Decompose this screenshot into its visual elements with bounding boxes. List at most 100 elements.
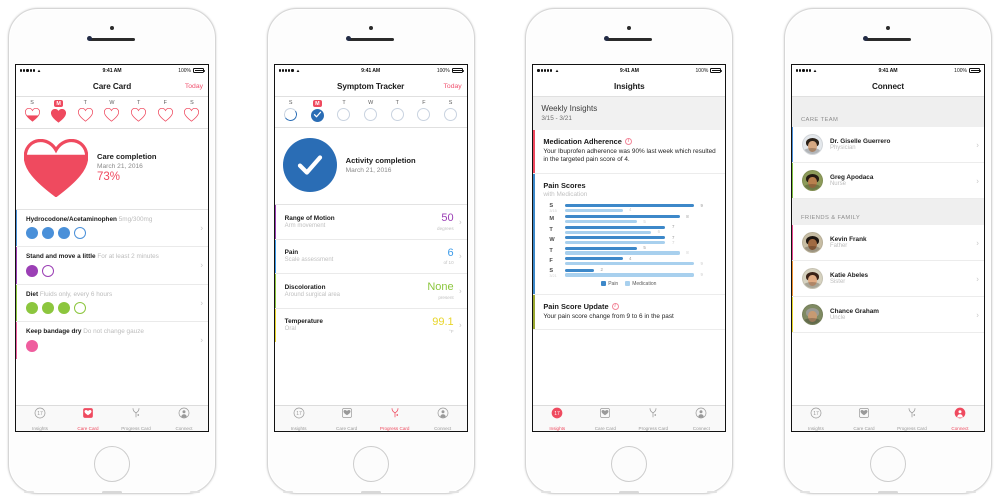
tab-progress-card[interactable]: Progress Card bbox=[629, 406, 677, 431]
week-day-1[interactable]: M bbox=[48, 100, 70, 123]
pain-score-update-card[interactable]: Pain Score Update i Your pain score change… bbox=[533, 294, 726, 331]
row-stripe bbox=[791, 297, 794, 332]
week-day-5[interactable]: F bbox=[154, 100, 176, 123]
row-stripe bbox=[274, 274, 276, 308]
tab-insights[interactable]: 17 Insights bbox=[275, 406, 323, 431]
pill-filled[interactable] bbox=[58, 302, 70, 314]
pill-filled[interactable] bbox=[42, 227, 54, 239]
tab-care-card[interactable]: Care Card bbox=[64, 406, 112, 431]
tab-insights[interactable]: 17 Insights bbox=[16, 406, 64, 431]
week-day-3[interactable]: W bbox=[101, 100, 123, 123]
phone-bottom-hardware bbox=[541, 491, 718, 494]
card-title-text: Medication Adherence bbox=[543, 136, 622, 146]
avatar-body bbox=[804, 282, 821, 288]
person-row[interactable]: Dr. Giselle Guerrero Physician › bbox=[791, 127, 984, 163]
care-row[interactable]: Hydrocodone/Acetaminophen 5mg/300mg › bbox=[16, 208, 208, 246]
signal-dot bbox=[20, 69, 23, 72]
care-row[interactable]: Keep bandage dry Do not change gauze › bbox=[16, 321, 208, 359]
card-title: Pain Score Update i bbox=[543, 302, 716, 311]
pill-filled[interactable] bbox=[26, 302, 38, 314]
group-gap bbox=[791, 199, 984, 209]
week-day-2[interactable]: T bbox=[333, 100, 355, 122]
person-row[interactable]: Greg Apodaca Nurse › bbox=[791, 163, 984, 199]
row-title-sub: Do not change gauze bbox=[83, 328, 144, 335]
chart-bar-pain: 4 bbox=[565, 256, 632, 261]
signal-dot bbox=[805, 69, 808, 72]
symptom-row[interactable]: Discoloration Around surgical area None pre… bbox=[274, 273, 467, 308]
headphone-jack bbox=[282, 491, 293, 493]
week-strip: SMTWTFS bbox=[274, 97, 467, 127]
medication-adherence-card[interactable]: Medication Adherence i Your Ibuprofen adhe… bbox=[533, 129, 726, 174]
tab-progress-card[interactable]: Progress Card bbox=[371, 406, 419, 431]
week-day-6[interactable]: S bbox=[440, 100, 462, 122]
tab-connect[interactable]: Connect bbox=[936, 406, 984, 431]
week-day-1[interactable]: M bbox=[306, 100, 328, 122]
week-day-2[interactable]: T bbox=[74, 100, 96, 123]
row-unit: present bbox=[438, 294, 454, 300]
pill-filled[interactable] bbox=[26, 339, 38, 352]
tab-connect[interactable]: Connect bbox=[419, 406, 467, 431]
pill-filled[interactable] bbox=[58, 227, 70, 239]
battery-percent: 100% bbox=[954, 67, 967, 74]
phone-lineup: ▲ 9:41 AM 100% Care Card Today S M T W T F S Care co… bbox=[0, 0, 1000, 500]
status-battery: 100% bbox=[380, 68, 464, 74]
pain-scores-card[interactable]: Pain Scores with Medication S 3/15 9 4 M 8 5 T 7 6 W… bbox=[533, 173, 726, 295]
home-button[interactable] bbox=[352, 446, 389, 482]
week-day-label: S bbox=[190, 100, 194, 106]
card-body: Your pain score change from 9 to 6 in th… bbox=[543, 312, 674, 320]
person-row[interactable]: Kevin Frank Father › bbox=[791, 225, 984, 261]
week-day-4[interactable]: T bbox=[386, 100, 408, 122]
chart-bar-value: 6 bbox=[657, 229, 661, 235]
chart-bar-value: 5 bbox=[643, 218, 646, 224]
tab-insights[interactable]: 17 Insights bbox=[792, 406, 840, 431]
care-row[interactable]: Stand and move a little For at least 2 m… bbox=[16, 246, 208, 284]
connect-icon bbox=[695, 407, 707, 419]
week-day-6[interactable]: S bbox=[181, 100, 203, 123]
status-signal: ▲ bbox=[20, 68, 103, 73]
card-stripe bbox=[533, 129, 535, 173]
proximity-sensor-icon bbox=[345, 36, 351, 41]
tab-insights[interactable]: 17 Insights bbox=[533, 406, 581, 431]
home-button[interactable] bbox=[869, 446, 906, 482]
symptom-row[interactable]: Pain Scale assessment 6 of 10 › bbox=[274, 238, 467, 273]
pill-empty[interactable] bbox=[42, 264, 54, 277]
chevron-right-icon: › bbox=[458, 251, 462, 261]
row-title: Range of Motion bbox=[284, 214, 335, 222]
tab-connect[interactable]: Connect bbox=[677, 406, 725, 431]
pill-empty[interactable] bbox=[74, 227, 86, 239]
symptom-row[interactable]: Temperature Oral 99.1 °F › bbox=[274, 307, 467, 342]
tab-label: Connect bbox=[434, 425, 452, 431]
week-day-3[interactable]: W bbox=[360, 100, 382, 122]
heart-icon bbox=[184, 108, 200, 122]
row-stripe bbox=[791, 261, 794, 296]
chevron-right-icon: › bbox=[200, 298, 203, 308]
tab-care-card[interactable]: Care Card bbox=[581, 406, 629, 431]
pill-filled[interactable] bbox=[26, 227, 38, 239]
row-right: 99.1 °F bbox=[432, 316, 453, 334]
home-button[interactable] bbox=[611, 446, 648, 482]
today-button[interactable]: Today bbox=[185, 83, 203, 90]
chart-date-label: 3/15 bbox=[549, 208, 557, 213]
group-header: FRIENDS & FAMILY bbox=[791, 209, 984, 225]
chart-bars: 77 bbox=[565, 235, 708, 245]
week-day-4[interactable]: T bbox=[128, 100, 150, 123]
week-day-0[interactable]: S bbox=[21, 100, 43, 123]
tab-progress-card[interactable]: Progress Card bbox=[112, 406, 160, 431]
symptom-row[interactable]: Range of Motion Arm movement 50 degrees › bbox=[274, 204, 467, 239]
care-row[interactable]: Diet Fluids only, every 6 hours › bbox=[16, 283, 208, 321]
pill-filled[interactable] bbox=[42, 302, 54, 314]
tab-care-card[interactable]: Care Card bbox=[840, 406, 888, 431]
tab-progress-card[interactable]: Progress Card bbox=[888, 406, 936, 431]
row-title: Pain bbox=[284, 249, 299, 257]
pill-filled[interactable] bbox=[26, 264, 38, 277]
tab-connect[interactable]: Connect bbox=[160, 406, 208, 431]
tab-care-card[interactable]: Care Card bbox=[323, 406, 371, 431]
week-day-5[interactable]: F bbox=[413, 100, 435, 122]
week-day-0[interactable]: S bbox=[280, 100, 302, 123]
tab-label: Insights bbox=[549, 425, 566, 431]
today-button[interactable]: Today bbox=[444, 83, 462, 90]
person-row[interactable]: Katie Abeles Sister › bbox=[791, 261, 984, 297]
pill-empty[interactable] bbox=[74, 302, 86, 314]
home-button[interactable] bbox=[94, 446, 130, 482]
person-row[interactable]: Chance Graham Uncle › bbox=[791, 297, 984, 333]
